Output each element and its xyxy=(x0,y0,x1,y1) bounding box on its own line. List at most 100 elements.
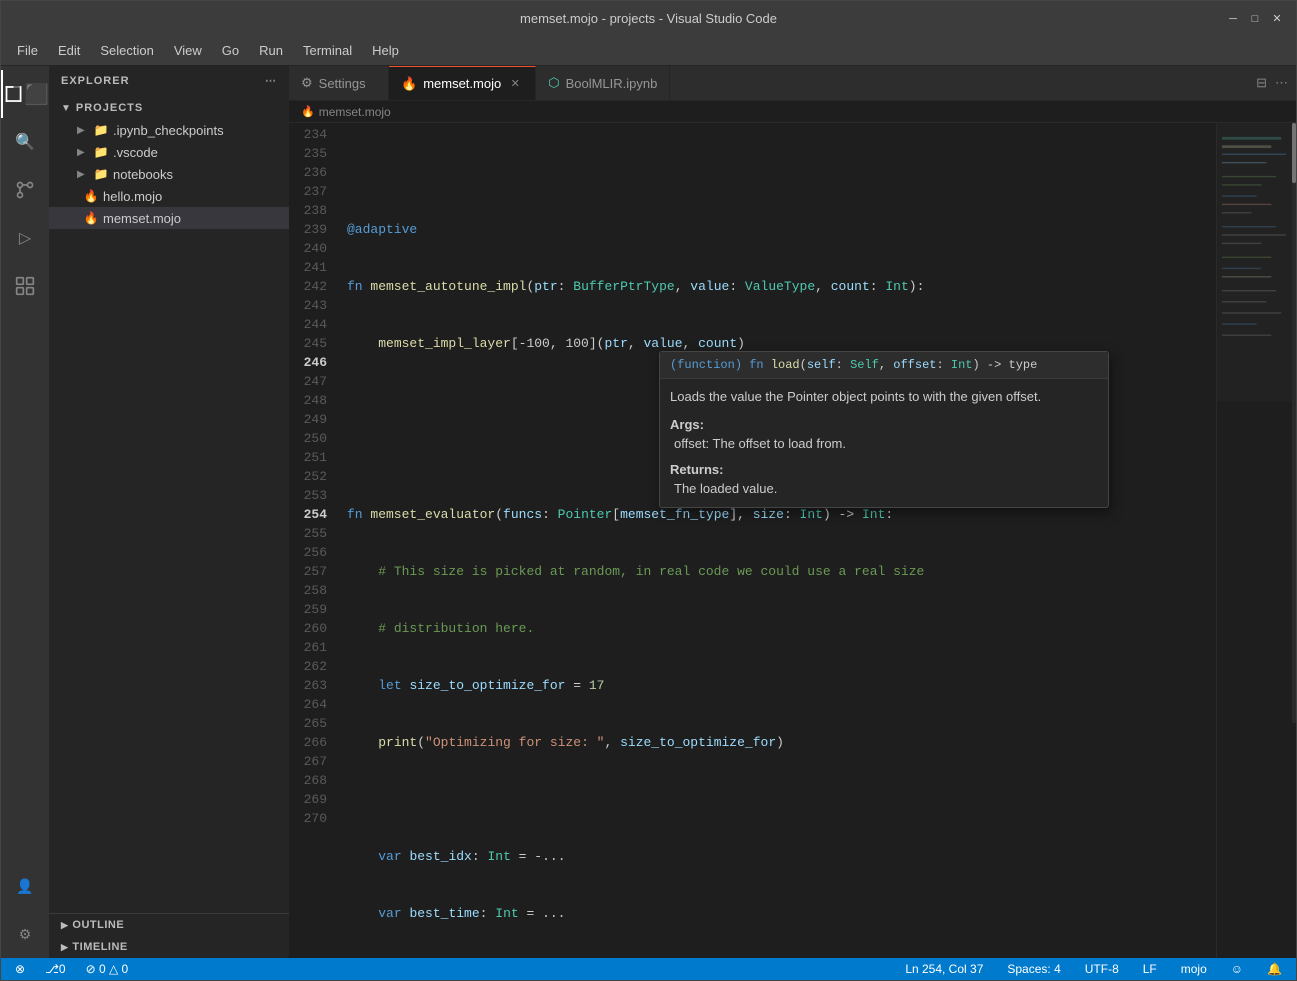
fire-tab-icon: 🔥 xyxy=(401,76,417,92)
code-line-241: # This size is picked at random, in real… xyxy=(347,562,1216,581)
sidebar-item-label: .vscode xyxy=(113,145,158,160)
error-count: ⊘ 0 △ 0 xyxy=(86,962,129,976)
menu-help[interactable]: Help xyxy=(364,39,407,62)
outline-arrow-icon: ▶ xyxy=(61,920,68,931)
tabs-bar: ⚙ Settings 🔥 memset.mojo ✕ ⬡ BoolMLIR.ip… xyxy=(289,66,1296,101)
sidebar-item-memset-mojo[interactable]: 🔥 memset.mojo xyxy=(49,207,289,229)
folder-arrow-icon: ▶ xyxy=(77,125,91,136)
tooltip-description: Loads the value the Pointer object point… xyxy=(670,387,1098,407)
menu-selection[interactable]: Selection xyxy=(92,39,161,62)
statusbar: ⊗ ⎇ 0 ⊘ 0 △ 0 Ln 254, Col 37 Spaces: 4 U… xyxy=(1,958,1296,980)
activity-git-icon[interactable] xyxy=(1,166,49,214)
maximize-button[interactable]: □ xyxy=(1248,12,1262,26)
project-label: PROJECTS xyxy=(76,102,143,114)
outline-label: OUTLINE xyxy=(72,919,124,931)
statusbar-language[interactable]: mojo xyxy=(1175,958,1213,980)
editor-area: ⚙ Settings 🔥 memset.mojo ✕ ⬡ BoolMLIR.ip… xyxy=(289,66,1296,958)
tooltip-returns-content: The loaded value. xyxy=(674,479,1098,499)
statusbar-line-ending[interactable]: LF xyxy=(1137,958,1163,980)
feedback-icon: ☺ xyxy=(1231,962,1243,976)
activity-debug-icon[interactable]: ▷ xyxy=(1,214,49,262)
encoding-label: UTF-8 xyxy=(1085,962,1119,976)
titlebar-controls: ─ □ ✕ xyxy=(1226,12,1284,26)
statusbar-git-branch[interactable]: ⎇ 0 xyxy=(39,958,72,980)
folder-icon: 📁 xyxy=(93,122,109,138)
tooltip-args-label: Args: xyxy=(670,415,1098,435)
tabs-actions: ⊟ ⋯ xyxy=(1248,66,1296,100)
split-editor-icon[interactable]: ⊟ xyxy=(1256,75,1267,91)
statusbar-spaces[interactable]: Spaces: 4 xyxy=(1001,958,1066,980)
outline-section[interactable]: ▶ OUTLINE xyxy=(49,914,289,936)
statusbar-remote[interactable]: ⊗ xyxy=(9,958,31,980)
minimap xyxy=(1216,123,1296,958)
tooltip-body: Loads the value the Pointer object point… xyxy=(660,379,1108,507)
sidebar-item-ipynb-checkpoints[interactable]: ▶ 📁 .ipynb_checkpoints xyxy=(49,119,289,141)
tab-settings[interactable]: ⚙ Settings xyxy=(289,66,389,100)
sidebar-item-notebooks[interactable]: ▶ 📁 notebooks xyxy=(49,163,289,185)
code-editor[interactable]: @adaptive fn memset_autotune_impl(ptr: B… xyxy=(339,123,1216,958)
menu-run[interactable]: Run xyxy=(251,39,291,62)
statusbar-encoding[interactable]: UTF-8 xyxy=(1079,958,1125,980)
code-line-247: var best_time: Int = ... xyxy=(347,904,1216,923)
code-line-235: @adaptive xyxy=(347,220,1216,239)
editor-content: 234 235 236 237 238 239 240 241 242 243 … xyxy=(289,123,1296,958)
folder-icon: 📁 xyxy=(93,166,109,182)
timeline-section[interactable]: ▶ TIMELINE xyxy=(49,936,289,958)
tooltip-returns-label: Returns: xyxy=(670,460,1098,480)
language-label: mojo xyxy=(1181,962,1207,976)
line-ending-label: LF xyxy=(1143,962,1157,976)
activity-search-icon[interactable]: 🔍 xyxy=(1,118,49,166)
sidebar-header-actions: ⋯ xyxy=(265,74,277,87)
git-branch-icon: ⎇ xyxy=(45,962,59,976)
remote-icon: ⊗ xyxy=(15,962,25,976)
line-numbers: 234 235 236 237 238 239 240 241 242 243 … xyxy=(289,123,339,958)
notifications-icon: 🔔 xyxy=(1267,962,1282,976)
statusbar-notifications[interactable]: 🔔 xyxy=(1261,958,1288,980)
menu-go[interactable]: Go xyxy=(214,39,247,62)
close-button[interactable]: ✕ xyxy=(1270,12,1284,26)
sidebar-title: EXPLORER xyxy=(61,75,130,87)
minimize-button[interactable]: ─ xyxy=(1226,12,1240,26)
menu-view[interactable]: View xyxy=(166,39,210,62)
activity-explorer-icon[interactable]: ⬛ xyxy=(1,70,49,118)
sidebar-bottom: ▶ OUTLINE ▶ TIMELINE xyxy=(49,913,289,958)
sidebar-item-label: .ipynb_checkpoints xyxy=(113,123,224,138)
timeline-label: TIMELINE xyxy=(72,941,127,953)
breadcrumb-fire-icon: 🔥 xyxy=(301,105,315,118)
tooltip-kind: function xyxy=(677,358,735,372)
fire-icon: 🔥 xyxy=(83,188,99,204)
activity-remote-icon[interactable]: 👤 xyxy=(1,862,49,910)
project-arrow-icon: ▼ xyxy=(61,103,72,114)
cursor-position: Ln 254, Col 37 xyxy=(905,962,983,976)
statusbar-right: Ln 254, Col 37 Spaces: 4 UTF-8 LF mojo ☺… xyxy=(899,958,1288,980)
activity-extensions-icon[interactable] xyxy=(1,262,49,310)
statusbar-feedback[interactable]: ☺ xyxy=(1225,958,1249,980)
activity-settings-icon[interactable]: ⚙ xyxy=(1,910,49,958)
menu-terminal[interactable]: Terminal xyxy=(295,39,360,62)
breadcrumb-path: memset.mojo xyxy=(319,105,391,119)
new-file-icon[interactable]: ⋯ xyxy=(265,74,277,87)
tab-label: Settings xyxy=(319,76,366,91)
timeline-arrow-icon: ▶ xyxy=(61,942,68,953)
code-lines: @adaptive fn memset_autotune_impl(ptr: B… xyxy=(347,123,1216,958)
tab-close-icon[interactable]: ✕ xyxy=(507,76,523,92)
tooltip-return-type: type xyxy=(1009,358,1038,372)
more-actions-icon[interactable]: ⋯ xyxy=(1275,75,1288,91)
statusbar-position[interactable]: Ln 254, Col 37 xyxy=(899,958,989,980)
titlebar: memset.mojo - projects - Visual Studio C… xyxy=(1,1,1296,36)
sidebar-item-hello-mojo[interactable]: 🔥 hello.mojo xyxy=(49,185,289,207)
sidebar-header: EXPLORER ⋯ xyxy=(49,66,289,95)
statusbar-left: ⊗ ⎇ 0 ⊘ 0 △ 0 xyxy=(9,958,134,980)
tooltip-header: (function) fn load(self: Self, offset: I… xyxy=(660,352,1108,379)
menu-file[interactable]: File xyxy=(9,39,46,62)
menu-edit[interactable]: Edit xyxy=(50,39,88,62)
project-root[interactable]: ▼ PROJECTS xyxy=(49,97,289,119)
tab-boolmlir[interactable]: ⬡ BoolMLIR.ipynb xyxy=(536,66,670,100)
code-line-245 xyxy=(347,790,1216,809)
sidebar-item-vscode[interactable]: ▶ 📁 .vscode xyxy=(49,141,289,163)
statusbar-errors[interactable]: ⊘ 0 △ 0 xyxy=(80,958,135,980)
main-layout: ⬛ 🔍 ▷ 👤 ⚙ EXPLORER ⋯ ▼ xyxy=(1,66,1296,958)
tab-memset-mojo[interactable]: 🔥 memset.mojo ✕ xyxy=(389,66,536,100)
notebook-icon: ⬡ xyxy=(548,75,559,91)
tab-label: BoolMLIR.ipynb xyxy=(566,76,658,91)
